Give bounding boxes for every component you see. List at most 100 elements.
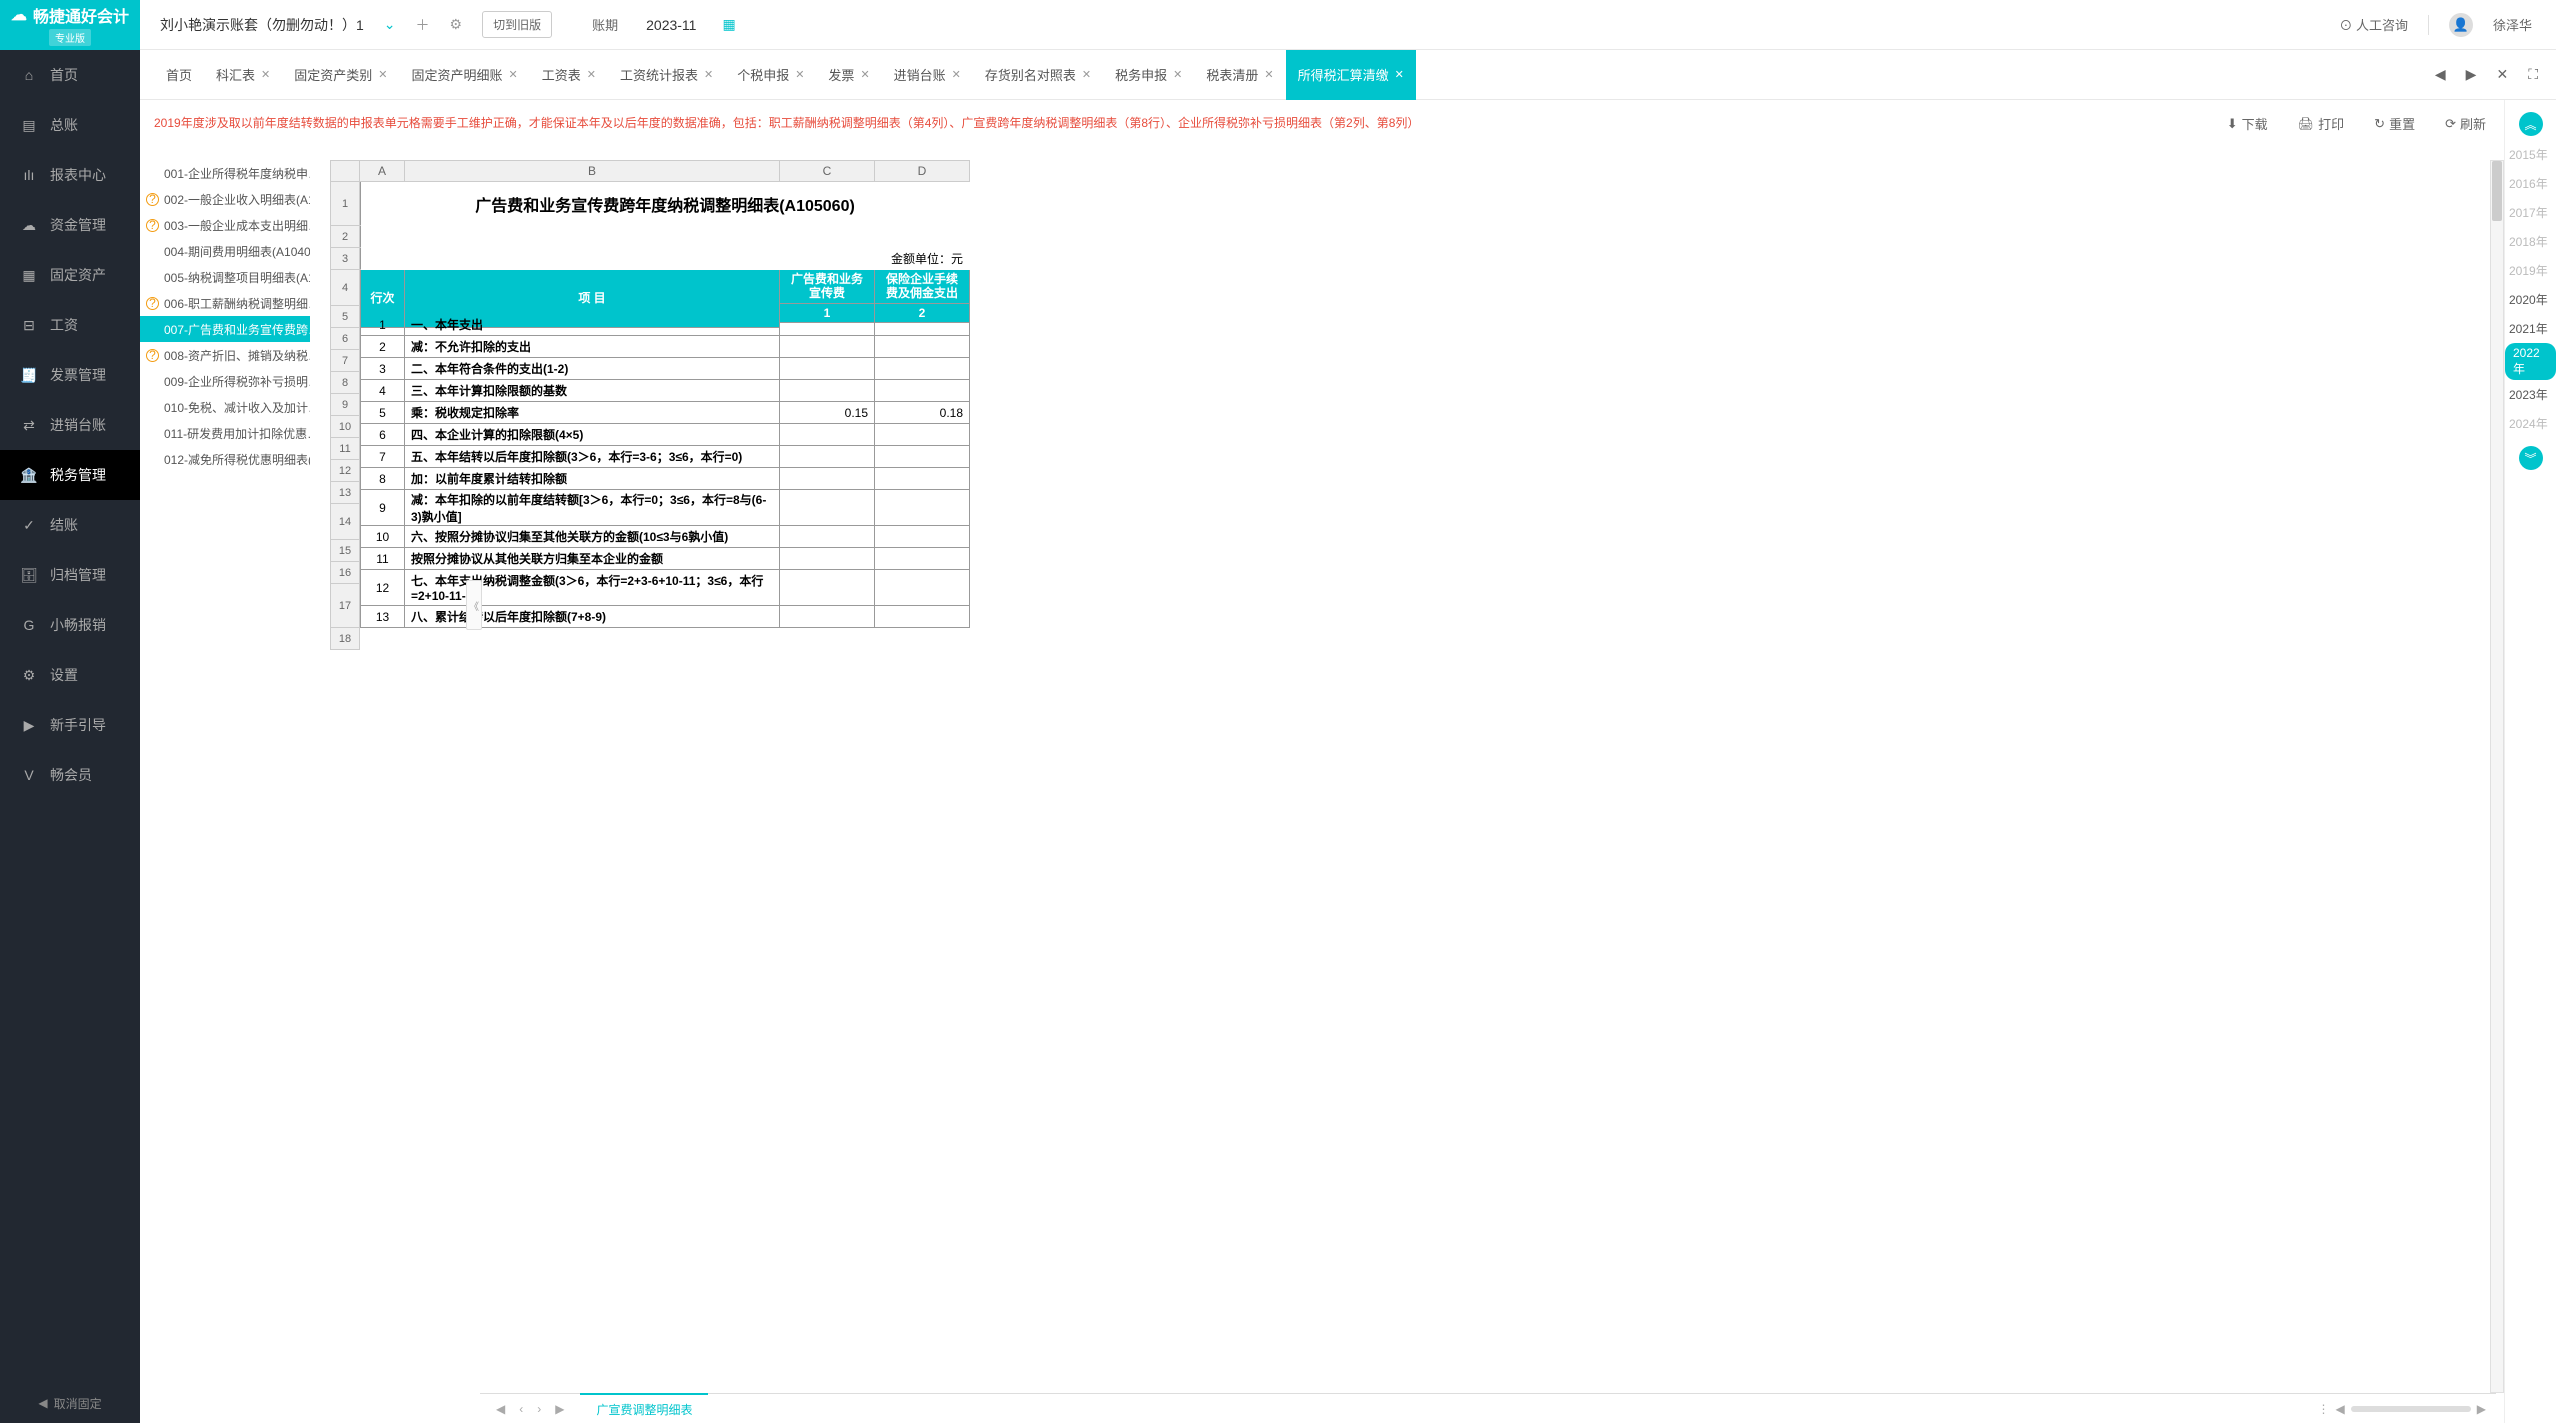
sheet-last-icon[interactable]: ▶	[549, 1400, 570, 1418]
value-cell[interactable]	[875, 424, 970, 446]
calendar-icon[interactable]: ▦	[722, 16, 735, 33]
sidebar-item[interactable]: 🗄归档管理	[0, 550, 140, 600]
close-icon[interactable]: ✕	[509, 68, 518, 81]
vertical-scrollbar[interactable]	[2490, 160, 2504, 1393]
row-header[interactable]: 1	[330, 182, 360, 226]
sidebar-item[interactable]: G小畅报销	[0, 600, 140, 650]
help-icon[interactable]: ?	[146, 297, 159, 310]
tab[interactable]: 工资表✕	[530, 50, 608, 100]
reset-button[interactable]: ↻ 重置	[2374, 114, 2415, 133]
close-icon[interactable]: ✕	[860, 68, 869, 81]
support-link[interactable]: ⊙ 人工咨询	[2339, 15, 2408, 34]
tab[interactable]: 进销台账✕	[882, 50, 973, 100]
year-item[interactable]: 2016年	[2505, 169, 2556, 198]
switch-old-button[interactable]: 切到旧版	[482, 11, 552, 38]
sidebar-item[interactable]: ılı报表中心	[0, 150, 140, 200]
tab[interactable]: 个税申报✕	[725, 50, 816, 100]
close-icon[interactable]: ✕	[587, 68, 596, 81]
row-header[interactable]: 7	[330, 350, 360, 372]
form-list-item[interactable]: 010-免税、减计收入及加计…	[140, 394, 310, 420]
row-header[interactable]: 18	[330, 628, 360, 650]
print-button[interactable]: 🖨 打印	[2298, 114, 2345, 133]
tab-next-icon[interactable]: ▶	[2462, 62, 2481, 87]
download-button[interactable]: ⬇ 下载	[2227, 114, 2268, 133]
value-cell[interactable]	[780, 358, 875, 380]
tab-close-all-icon[interactable]: ✕	[2492, 62, 2512, 87]
row-header[interactable]: 13	[330, 482, 360, 504]
help-icon[interactable]: ?	[146, 193, 159, 206]
tab[interactable]: 税务申报✕	[1103, 50, 1194, 100]
sidebar-item[interactable]: ▶新手引导	[0, 700, 140, 750]
col-header[interactable]: B	[405, 160, 780, 182]
close-icon[interactable]: ✕	[261, 68, 270, 81]
unpin-button[interactable]: ◀ 取消固定	[0, 1383, 140, 1423]
close-icon[interactable]: ✕	[952, 68, 961, 81]
year-item[interactable]: 2019年	[2505, 256, 2556, 285]
close-icon[interactable]: ✕	[378, 68, 387, 81]
form-list-item[interactable]: 011-研发费用加计扣除优惠…	[140, 420, 310, 446]
value-cell[interactable]: 0.15	[780, 402, 875, 424]
row-header[interactable]: 2	[330, 226, 360, 248]
sidebar-item[interactable]: ✓结账	[0, 500, 140, 550]
form-list-item[interactable]: 009-企业所得税弥补亏损明…	[140, 368, 310, 394]
row-header[interactable]: 8	[330, 372, 360, 394]
tab[interactable]: 首页	[154, 50, 204, 100]
row-header[interactable]: 9	[330, 394, 360, 416]
row-header[interactable]: 11	[330, 438, 360, 460]
scroll-up-icon[interactable]: ︽	[2519, 112, 2543, 136]
sidebar-item[interactable]: V畅会员	[0, 750, 140, 800]
form-list-item[interactable]: ?002-一般企业收入明细表(A1…	[140, 186, 310, 212]
form-list-item[interactable]: 007-广告费和业务宣传费跨…	[140, 316, 310, 342]
value-cell[interactable]	[780, 490, 875, 526]
sidebar-item[interactable]: 🧾发票管理	[0, 350, 140, 400]
row-header[interactable]: 12	[330, 460, 360, 482]
account-selector[interactable]: 刘小艳演示账套（勿删勿动！）1	[140, 15, 384, 35]
sidebar-item[interactable]: ⚙设置	[0, 650, 140, 700]
year-item[interactable]: 2023年	[2505, 380, 2556, 409]
sheet-first-icon[interactable]: ◀	[490, 1400, 511, 1418]
form-list-item[interactable]: 004-期间费用明细表(A1040…	[140, 238, 310, 264]
value-cell[interactable]	[875, 336, 970, 358]
value-cell[interactable]: 0.18	[875, 402, 970, 424]
user-name[interactable]: 徐泽华	[2493, 15, 2532, 34]
tab[interactable]: 固定资产明细账✕	[399, 50, 529, 100]
help-icon[interactable]: ?	[146, 349, 159, 362]
form-list-item[interactable]: ?008-资产折旧、摊销及纳税…	[140, 342, 310, 368]
value-cell[interactable]	[780, 468, 875, 490]
close-icon[interactable]: ✕	[1264, 68, 1273, 81]
row-header[interactable]: 15	[330, 540, 360, 562]
row-header[interactable]: 10	[330, 416, 360, 438]
col-header[interactable]: C	[780, 160, 875, 182]
year-item[interactable]: 2020年	[2505, 285, 2556, 314]
value-cell[interactable]	[780, 548, 875, 570]
form-list-item[interactable]: 001-企业所得税年度纳税申…	[140, 160, 310, 186]
tab[interactable]: 所得税汇算清缴✕	[1286, 50, 1416, 100]
tab[interactable]: 固定资产类别✕	[282, 50, 399, 100]
value-cell[interactable]	[780, 570, 875, 606]
close-icon[interactable]: ✕	[1082, 68, 1091, 81]
sidebar-item[interactable]: ☁资金管理	[0, 200, 140, 250]
year-item[interactable]: 2015年	[2505, 140, 2556, 169]
row-header[interactable]: 16	[330, 562, 360, 584]
gear-icon[interactable]: ⚙	[450, 16, 463, 33]
collapse-handle[interactable]: 《	[466, 580, 482, 630]
chevron-down-icon[interactable]: ⌄	[384, 16, 396, 33]
sheet-menu-next[interactable]: ▶	[2477, 1402, 2486, 1416]
help-icon[interactable]: ?	[146, 219, 159, 232]
tab[interactable]: 存货别名对照表✕	[973, 50, 1103, 100]
value-cell[interactable]	[780, 606, 875, 628]
row-header[interactable]: 4	[330, 270, 360, 306]
sheet-prev-icon[interactable]: ‹	[513, 1400, 529, 1418]
sheet-corner[interactable]	[330, 160, 360, 182]
row-header[interactable]: 17	[330, 584, 360, 628]
sidebar-item[interactable]: ⊟工资	[0, 300, 140, 350]
year-item[interactable]: 2017年	[2505, 198, 2556, 227]
sidebar-item[interactable]: ▦固定资产	[0, 250, 140, 300]
row-header[interactable]: 6	[330, 328, 360, 350]
close-icon[interactable]: ✕	[1395, 68, 1404, 81]
value-cell[interactable]	[780, 526, 875, 548]
sidebar-item[interactable]: ⇄进销台账	[0, 400, 140, 450]
tab-prev-icon[interactable]: ◀	[2431, 62, 2450, 87]
refresh-button[interactable]: ⟳ 刷新	[2445, 114, 2486, 133]
year-item[interactable]: 2024年	[2505, 409, 2556, 438]
